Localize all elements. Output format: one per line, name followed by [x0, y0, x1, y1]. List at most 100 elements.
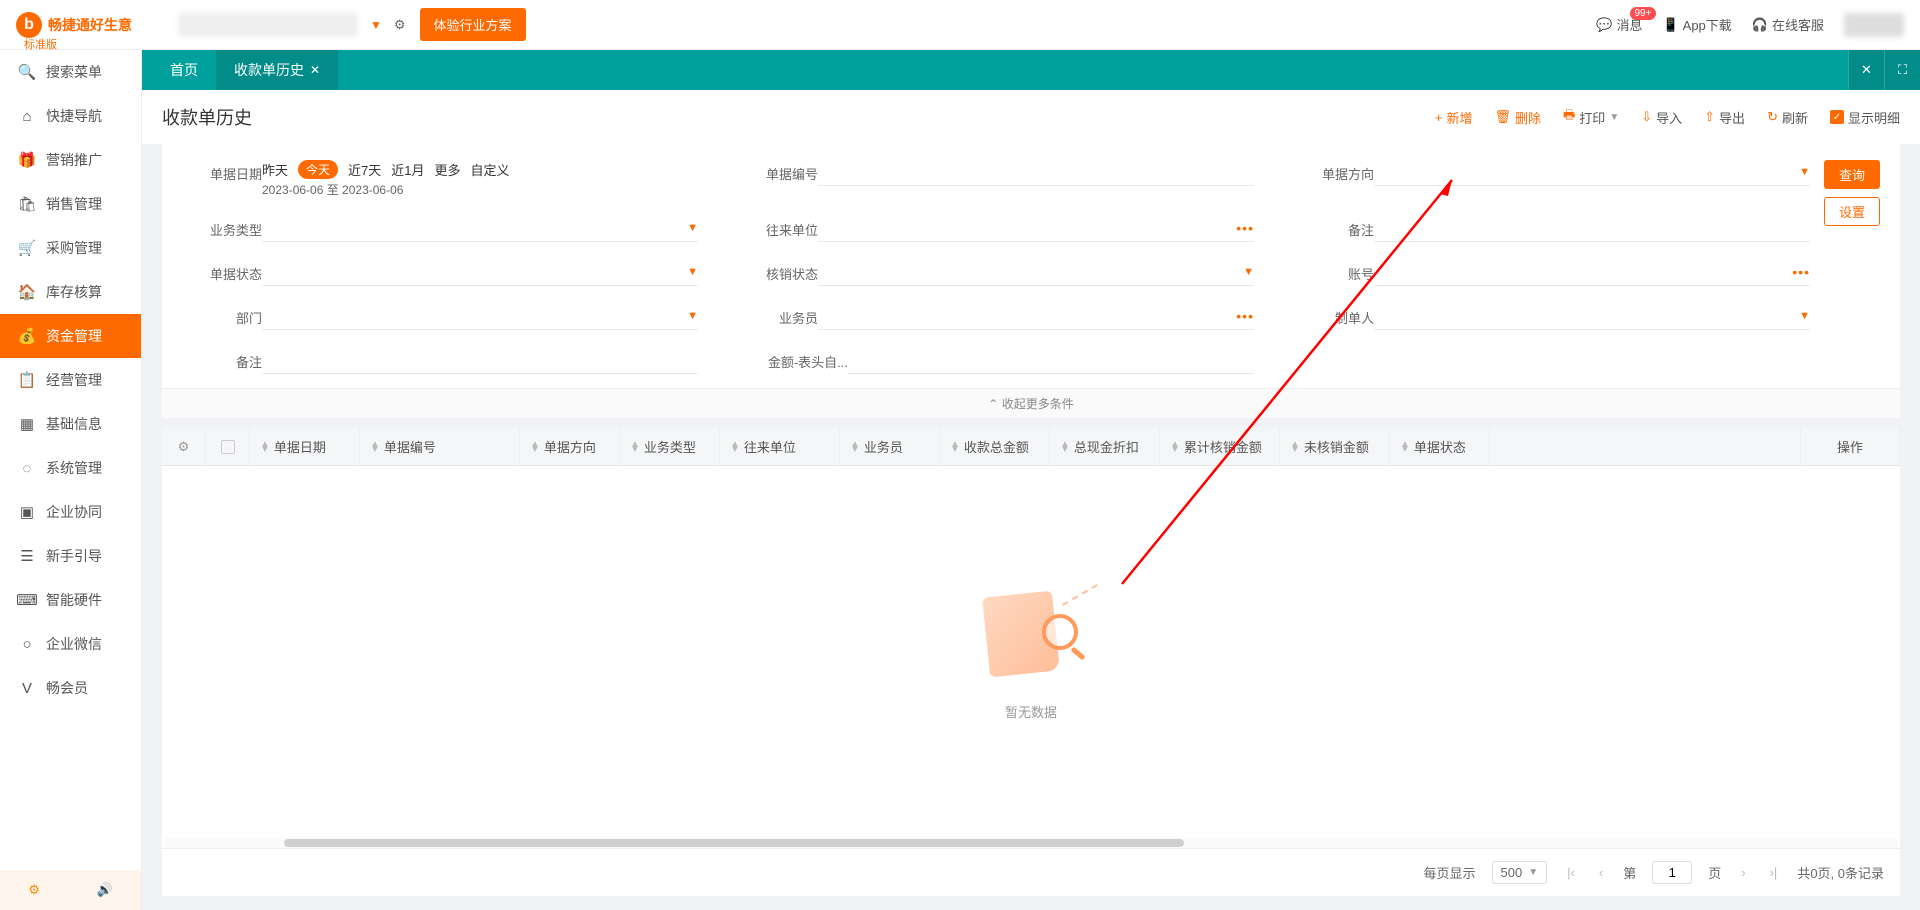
settings-button[interactable]: 设置 [1824, 197, 1880, 226]
per-page-label: 每页显示 [1424, 863, 1476, 882]
online-service-link[interactable]: 🎧 在线客服 [1752, 15, 1824, 34]
messages-link[interactable]: 💬 消息 99+ [1596, 15, 1642, 34]
try-plan-button[interactable]: 体验行业方案 [420, 8, 526, 41]
direction-select[interactable]: ▼ [1374, 160, 1810, 186]
collapse-filters-button[interactable]: ⌃ 收起更多条件 [162, 388, 1900, 418]
first-page-button[interactable]: |‹ [1563, 865, 1579, 880]
writeoff-select[interactable]: ▼ [818, 260, 1254, 286]
sidebar-item-hardware[interactable]: ⌨智能硬件 [0, 578, 141, 622]
tab-close-all-button[interactable]: ✕ [1848, 50, 1884, 90]
col-discount[interactable]: ▲▼总现金折扣 [1050, 428, 1160, 465]
sidebar-item-member[interactable]: V畅会员 [0, 666, 141, 710]
sidebar-item-funds[interactable]: 💰资金管理 [0, 314, 141, 358]
close-icon[interactable]: ✕ [310, 63, 320, 77]
amount-input[interactable] [848, 348, 1254, 374]
col-docno[interactable]: ▲▼单据编号 [360, 428, 520, 465]
pagination: 每页显示 500▼ |‹ ‹ 第 页 › ›| 共0页, 0条记录 [162, 848, 1900, 896]
fullscreen-button[interactable]: ⛶ [1884, 50, 1920, 90]
chevron-down-icon[interactable]: ▼ [370, 18, 382, 32]
col-partner[interactable]: ▲▼往来单位 [720, 428, 840, 465]
date-range-text: 2023-06-06 至 2023-06-06 [262, 181, 698, 198]
user-avatar[interactable] [1844, 13, 1904, 37]
tab-home[interactable]: 首页 [152, 50, 216, 90]
horizontal-scrollbar[interactable] [164, 838, 1898, 848]
print-button[interactable]: 🖶打印▼ [1563, 106, 1619, 128]
sidebar-item-label: 企业微信 [46, 634, 102, 654]
sidebar-item-guide[interactable]: ☰新手引导 [0, 534, 141, 578]
col-writeoff-amt[interactable]: ▲▼累计核销金额 [1160, 428, 1280, 465]
footer-gear-icon[interactable]: ⚙ [28, 882, 40, 898]
show-detail-toggle[interactable]: ✓显示明细 [1830, 108, 1900, 127]
col-label: 未核销金额 [1304, 437, 1369, 456]
add-button[interactable]: +新增 [1435, 108, 1473, 127]
col-unwriteoff[interactable]: ▲▼未核销金额 [1280, 428, 1390, 465]
sidebar-item-label: 基础信息 [46, 414, 102, 434]
device-icon: ⌨ [18, 591, 36, 609]
sidebar-item-marketing[interactable]: 🎁营销推广 [0, 138, 141, 182]
sidebar-item-inventory[interactable]: 🏠库存核算 [0, 270, 141, 314]
partner-picker[interactable]: ••• [818, 216, 1254, 242]
col-total[interactable]: ▲▼收款总金额 [940, 428, 1050, 465]
account-picker[interactable]: ••• [1374, 260, 1810, 286]
date-custom[interactable]: 自定义 [471, 160, 510, 179]
sidebar-item-search[interactable]: 🔍搜索菜单 [0, 50, 141, 94]
remark2-input[interactable] [262, 348, 698, 374]
org-selector[interactable] [178, 13, 358, 37]
date-7days[interactable]: 近7天 [348, 160, 381, 179]
footer-sound-icon[interactable]: 🔊 [97, 882, 113, 898]
sidebar-item-label: 企业协同 [46, 502, 102, 522]
docno-input[interactable] [818, 160, 1254, 186]
gear-icon[interactable]: ⚙ [394, 17, 406, 33]
date-more[interactable]: 更多 [435, 160, 461, 179]
logo-icon: b [16, 12, 42, 38]
table-settings-button[interactable]: ⚙ [162, 428, 206, 465]
query-button[interactable]: 查询 [1824, 160, 1880, 189]
dept-select[interactable]: ▼ [262, 304, 698, 330]
date-yesterday[interactable]: 昨天 [262, 160, 288, 179]
sidebar-item-system[interactable]: ◌系统管理 [0, 446, 141, 490]
next-page-button[interactable]: › [1737, 865, 1749, 880]
import-button[interactable]: ⇩导入 [1641, 108, 1682, 127]
app-download-link[interactable]: 📱 App下载 [1662, 15, 1731, 34]
sidebar-item-quicknav[interactable]: ⌂快捷导航 [0, 94, 141, 138]
sidebar-item-label: 搜索菜单 [46, 62, 102, 82]
page-input[interactable] [1652, 861, 1692, 884]
select-all-checkbox[interactable] [206, 428, 250, 465]
empty-state: 暂无数据 [162, 466, 1900, 838]
sidebar-item-collab[interactable]: ▣企业协同 [0, 490, 141, 534]
export-button[interactable]: ⇧导出 [1704, 108, 1745, 127]
refresh-button[interactable]: ↻刷新 [1767, 108, 1808, 127]
sidebar-item-baseinfo[interactable]: ▦基础信息 [0, 402, 141, 446]
date-1month[interactable]: 近1月 [391, 160, 424, 179]
sort-icon: ▲▼ [730, 442, 740, 452]
sidebar-item-operation[interactable]: 📋经营管理 [0, 358, 141, 402]
col-label: 单据编号 [384, 437, 436, 456]
book-icon: ☰ [18, 547, 36, 565]
empty-illustration [976, 584, 1086, 684]
wechat-icon: ○ [18, 636, 36, 653]
delete-button[interactable]: 🗑删除 [1494, 108, 1541, 127]
last-page-button[interactable]: ›| [1766, 865, 1782, 880]
biztype-select[interactable]: ▼ [262, 216, 698, 242]
sidebar-item-purchase[interactable]: 🛒采购管理 [0, 226, 141, 270]
sort-icon: ▲▼ [630, 442, 640, 452]
tab-receipt-history[interactable]: 收款单历史 ✕ [216, 50, 338, 90]
col-direction[interactable]: ▲▼单据方向 [520, 428, 620, 465]
remark-input[interactable] [1374, 216, 1810, 242]
prev-page-button[interactable]: ‹ [1595, 865, 1607, 880]
docstatus-select[interactable]: ▼ [262, 260, 698, 286]
filter-label-direction: 单据方向 [1294, 160, 1374, 183]
col-biztype[interactable]: ▲▼业务类型 [620, 428, 720, 465]
refresh-icon: ↻ [1767, 109, 1778, 125]
maker-select[interactable]: ▼ [1374, 304, 1810, 330]
sidebar-item-wechat[interactable]: ○ 企业微信 [0, 622, 141, 666]
clerk-picker[interactable]: ••• [818, 304, 1254, 330]
sidebar-item-sales[interactable]: 🛍销售管理 [0, 182, 141, 226]
col-clerk[interactable]: ▲▼业务员 [840, 428, 940, 465]
col-status[interactable]: ▲▼单据状态 [1390, 428, 1490, 465]
sidebar: 🔍搜索菜单 ⌂快捷导航 🎁营销推广 🛍销售管理 🛒采购管理 🏠库存核算 💰资金管… [0, 50, 142, 910]
per-page-select[interactable]: 500▼ [1492, 861, 1548, 884]
col-date[interactable]: ▲▼单据日期 [250, 428, 360, 465]
sidebar-item-label: 销售管理 [46, 194, 102, 214]
date-today[interactable]: 今天 [298, 160, 338, 179]
